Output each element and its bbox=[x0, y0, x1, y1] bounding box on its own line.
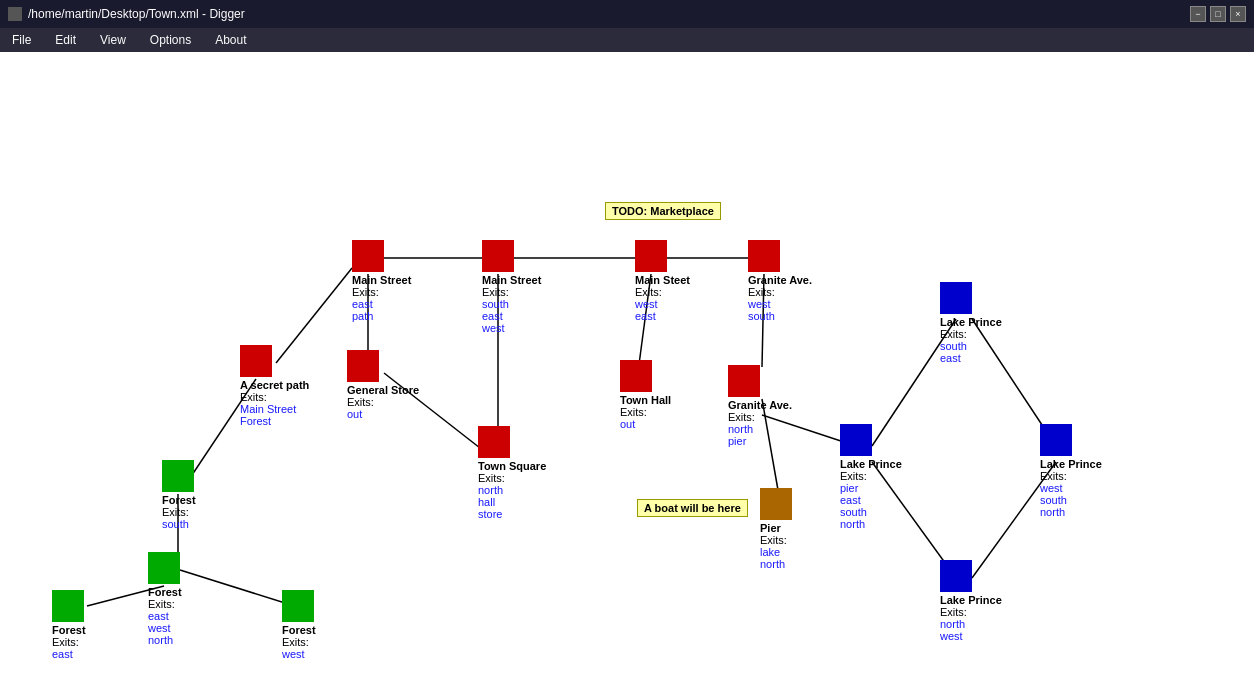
app-icon bbox=[8, 7, 22, 21]
node-box-forest-4 bbox=[282, 590, 314, 622]
node-box-lake-prince-right bbox=[1040, 424, 1072, 456]
window-title: /home/martin/Desktop/Town.xml - Digger bbox=[28, 7, 245, 21]
titlebar: /home/martin/Desktop/Town.xml - Digger −… bbox=[0, 0, 1254, 28]
maximize-button[interactable]: □ bbox=[1210, 6, 1226, 22]
node-lake-prince-right[interactable]: Lake Prince Exits: westsouthnorth bbox=[1040, 424, 1102, 518]
node-box-main-street-2 bbox=[482, 240, 514, 272]
node-granite-ave-2[interactable]: Granite Ave. Exits: northpier bbox=[728, 365, 792, 447]
node-general-store[interactable]: General Store Exits: out bbox=[347, 350, 419, 420]
node-box-town-hall bbox=[620, 360, 652, 392]
node-town-square[interactable]: Town Square Exits: northhallstore bbox=[478, 426, 546, 520]
todo-marketplace-label: TODO: Marketplace bbox=[605, 202, 721, 220]
node-box-lake-prince-left bbox=[840, 424, 872, 456]
node-box-forest-2 bbox=[148, 552, 180, 584]
node-forest-4[interactable]: Forest Exits: west bbox=[282, 590, 316, 660]
canvas: TODO: Marketplace A boat will be here Ma… bbox=[0, 52, 1254, 687]
node-lake-prince-top[interactable]: Lake Prince Exits: southeast bbox=[940, 282, 1002, 364]
minimize-button[interactable]: − bbox=[1190, 6, 1206, 22]
node-main-steet-3[interactable]: Main Steet Exits: westeast bbox=[635, 240, 690, 322]
close-button[interactable]: × bbox=[1230, 6, 1246, 22]
node-lake-prince-left[interactable]: Lake Prince Exits: piereastsouthnorth bbox=[840, 424, 902, 530]
menu-options[interactable]: Options bbox=[144, 31, 197, 49]
menu-edit[interactable]: Edit bbox=[49, 31, 82, 49]
menu-view[interactable]: View bbox=[94, 31, 132, 49]
node-box-lake-prince-top bbox=[940, 282, 972, 314]
node-box-town-square bbox=[478, 426, 510, 458]
node-box-forest-1 bbox=[162, 460, 194, 492]
node-forest-3[interactable]: Forest Exits: east bbox=[52, 590, 86, 660]
node-box-pier bbox=[760, 488, 792, 520]
node-box-main-street-1 bbox=[352, 240, 384, 272]
node-lake-prince-bottom[interactable]: Lake Prince Exits: northwest bbox=[940, 560, 1002, 642]
node-secret-path[interactable]: A secret path Exits: Main StreetForest bbox=[240, 345, 309, 427]
node-town-hall[interactable]: Town Hall Exits: out bbox=[620, 360, 671, 430]
node-box-granite-ave-2 bbox=[728, 365, 760, 397]
boat-label: A boat will be here bbox=[637, 499, 748, 517]
node-main-street-2[interactable]: Main Street Exits: southeastwest bbox=[482, 240, 541, 334]
node-forest-1[interactable]: Forest Exits: south bbox=[162, 460, 196, 530]
node-box-main-steet-3 bbox=[635, 240, 667, 272]
node-granite-ave-1[interactable]: Granite Ave. Exits: westsouth bbox=[748, 240, 812, 322]
node-pier[interactable]: Pier Exits: lakenorth bbox=[760, 488, 792, 570]
menubar: File Edit View Options About bbox=[0, 28, 1254, 52]
node-forest-2[interactable]: Forest Exits: eastwestnorth bbox=[148, 552, 182, 646]
node-box-secret-path bbox=[240, 345, 272, 377]
menu-file[interactable]: File bbox=[6, 31, 37, 49]
menu-about[interactable]: About bbox=[209, 31, 252, 49]
node-box-lake-prince-bottom bbox=[940, 560, 972, 592]
node-box-general-store bbox=[347, 350, 379, 382]
node-box-granite-ave-1 bbox=[748, 240, 780, 272]
node-main-street-1[interactable]: Main Street Exits: eastpath bbox=[352, 240, 411, 322]
node-box-forest-3 bbox=[52, 590, 84, 622]
